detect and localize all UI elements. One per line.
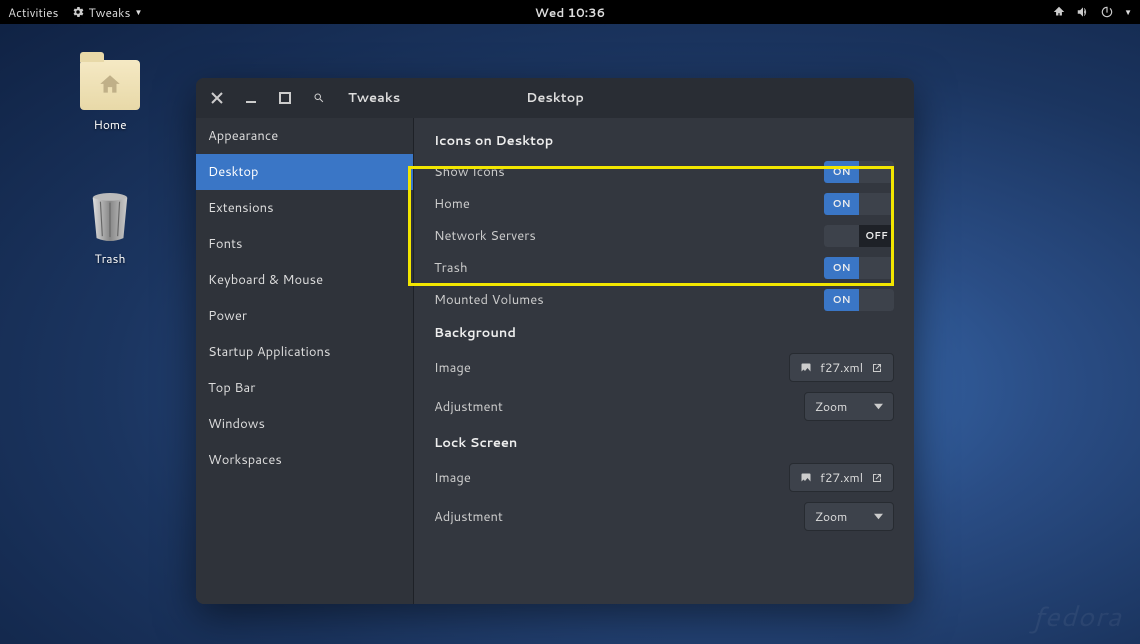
chevron-down-icon	[874, 512, 883, 521]
sidebar-item-keyboard-mouse[interactable]: Keyboard & Mouse	[196, 262, 413, 298]
section-lock-screen: Lock Screen	[434, 434, 894, 452]
chevron-down-icon: ▼	[134, 6, 142, 18]
folder-icon	[80, 60, 140, 110]
picker-value: f27.xml	[820, 469, 863, 486]
window-titlebar: Tweaks Desktop	[196, 78, 914, 118]
sidebar-item-power[interactable]: Power	[196, 298, 413, 334]
lock-image-picker[interactable]: f27.xml	[789, 463, 894, 492]
desktop-icon-home[interactable]: Home	[70, 60, 150, 133]
section-background: Background	[434, 324, 894, 342]
titlebar-page-title: Desktop	[526, 89, 584, 107]
minimize-button[interactable]	[234, 78, 268, 118]
row-home: Home ON OFF	[434, 188, 894, 220]
open-dialog-icon	[871, 472, 883, 484]
maximize-button[interactable]	[268, 78, 302, 118]
minimize-icon	[245, 92, 257, 104]
row-trash: Trash ON OFF	[434, 252, 894, 284]
sidebar-item-startup-apps[interactable]: Startup Applications	[196, 334, 413, 370]
image-icon	[800, 362, 812, 374]
section-icons-on-desktop: Icons on Desktop	[434, 132, 894, 150]
gnome-topbar: Activities Tweaks ▼ Wed 10:36 ▼	[0, 0, 1140, 24]
sidebar-item-extensions[interactable]: Extensions	[196, 190, 413, 226]
sidebar-item-fonts[interactable]: Fonts	[196, 226, 413, 262]
row-bg-adjustment: Adjustment Zoom	[434, 387, 894, 426]
toggle-trash[interactable]: ON OFF	[824, 257, 894, 279]
toggle-mounted-volumes[interactable]: ON OFF	[824, 289, 894, 311]
toggle-network-servers[interactable]: ON OFF	[824, 225, 894, 247]
picker-value: f27.xml	[820, 359, 863, 376]
bg-adjust-dropdown[interactable]: Zoom	[804, 392, 894, 421]
topbar-clock[interactable]: Wed 10:36	[535, 4, 605, 21]
desktop-icon-label: Trash	[70, 250, 150, 267]
toggle-home[interactable]: ON OFF	[824, 193, 894, 215]
close-icon	[211, 92, 223, 104]
row-lock-adjustment: Adjustment Zoom	[434, 497, 894, 536]
toggle-off-label: OFF	[859, 257, 894, 279]
open-dialog-icon	[871, 362, 883, 374]
sidebar-item-top-bar[interactable]: Top Bar	[196, 370, 413, 406]
row-label: Mounted Volumes	[434, 291, 544, 309]
tweaks-window: Tweaks Desktop Appearance Desktop Extens…	[196, 78, 914, 604]
chevron-down-icon: ▼	[1124, 6, 1132, 18]
power-icon	[1100, 5, 1114, 19]
close-button[interactable]	[200, 78, 234, 118]
row-network-servers: Network Servers ON OFF	[434, 220, 894, 252]
settings-icon	[71, 5, 85, 19]
topbar-app-menu[interactable]: Tweaks ▼	[71, 4, 143, 21]
dropdown-value: Zoom	[815, 398, 847, 415]
sidebar-item-windows[interactable]: Windows	[196, 406, 413, 442]
sidebar-item-appearance[interactable]: Appearance	[196, 118, 413, 154]
row-lock-image: Image f27.xml	[434, 458, 894, 497]
search-icon	[313, 92, 325, 104]
sidebar: Appearance Desktop Extensions Fonts Keyb…	[196, 118, 414, 604]
row-mounted-volumes: Mounted Volumes ON OFF	[434, 284, 894, 316]
toggle-off-label: OFF	[859, 193, 894, 215]
chevron-down-icon	[874, 402, 883, 411]
row-label: Adjustment	[434, 508, 503, 526]
row-label: Network Servers	[434, 227, 536, 245]
lock-adjust-dropdown[interactable]: Zoom	[804, 502, 894, 531]
trash-icon	[87, 190, 133, 244]
network-icon	[1052, 5, 1066, 19]
row-show-icons: Show Icons ON OFF	[434, 156, 894, 188]
toggle-off-label: OFF	[859, 289, 894, 311]
search-button[interactable]	[302, 78, 336, 118]
sidebar-item-workspaces[interactable]: Workspaces	[196, 442, 413, 478]
row-bg-image: Image f27.xml	[434, 348, 894, 387]
toggle-on-label: ON	[824, 225, 859, 247]
desktop-icon-label: Home	[70, 116, 150, 133]
row-label: Trash	[434, 259, 468, 277]
topbar-app-label: Tweaks	[89, 4, 131, 21]
image-icon	[800, 472, 812, 484]
titlebar-app-name: Tweaks	[348, 89, 400, 107]
dropdown-value: Zoom	[815, 508, 847, 525]
sidebar-item-desktop[interactable]: Desktop	[196, 154, 413, 190]
toggle-on-label: ON	[824, 161, 859, 183]
maximize-icon	[279, 92, 291, 104]
topbar-status-area[interactable]: ▼	[1052, 5, 1132, 19]
row-label: Home	[434, 195, 470, 213]
toggle-off-label: OFF	[859, 161, 894, 183]
row-label: Show Icons	[434, 163, 505, 181]
toggle-show-icons[interactable]: ON OFF	[824, 161, 894, 183]
activities-button[interactable]: Activities	[8, 4, 59, 21]
content-pane: Icons on Desktop Show Icons ON OFF Home …	[414, 118, 914, 604]
row-label: Adjustment	[434, 398, 503, 416]
bg-image-picker[interactable]: f27.xml	[789, 353, 894, 382]
volume-icon	[1076, 5, 1090, 19]
row-label: Image	[434, 359, 471, 377]
toggle-on-label: ON	[824, 193, 859, 215]
toggle-off-label: OFF	[859, 225, 894, 247]
row-label: Image	[434, 469, 471, 487]
desktop-icon-trash[interactable]: Trash	[70, 190, 150, 267]
toggle-on-label: ON	[824, 257, 859, 279]
house-icon	[97, 72, 123, 98]
toggle-on-label: ON	[824, 289, 859, 311]
watermark: fedora	[1033, 596, 1122, 636]
